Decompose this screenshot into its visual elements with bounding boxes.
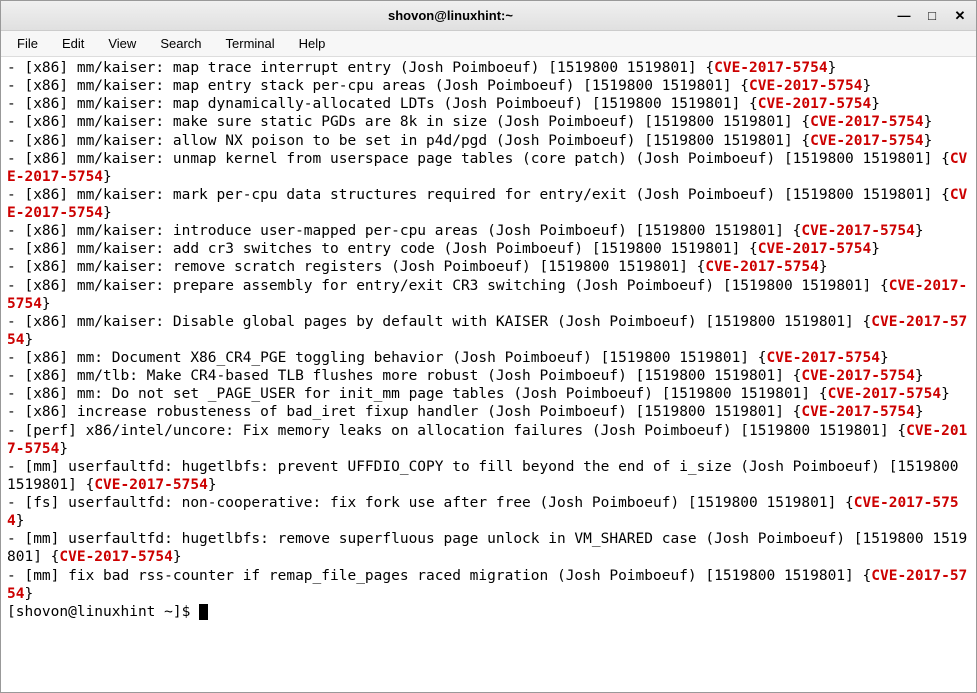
cve-id: CVE-2017-5754 <box>828 386 942 402</box>
maximize-button[interactable]: □ <box>922 7 942 25</box>
menu-terminal[interactable]: Terminal <box>216 33 285 54</box>
cve-id: CVE-2017-5754 <box>7 187 967 221</box>
cve-id: CVE-2017-5754 <box>801 368 915 384</box>
cve-id: CVE-2017-5754 <box>59 549 173 565</box>
close-button[interactable]: ✕ <box>950 7 970 25</box>
shell-prompt[interactable]: [shovon@linuxhint ~]$ <box>7 604 199 620</box>
output-line: - [x86] mm/kaiser: allow NX poison to be… <box>7 133 932 149</box>
menubar: File Edit View Search Terminal Help <box>1 31 976 57</box>
cve-id: CVE-2017-5754 <box>749 78 863 94</box>
cve-id: CVE-2017-5754 <box>7 495 959 529</box>
output-line: - [x86] mm/kaiser: prepare assembly for … <box>7 278 967 312</box>
cursor <box>199 604 208 620</box>
output-line: - [x86] mm/tlb: Make CR4-based TLB flush… <box>7 368 924 384</box>
output-line: - [x86] mm/kaiser: remove scratch regist… <box>7 259 828 275</box>
output-line: - [x86] increase robusteness of bad_iret… <box>7 404 924 420</box>
menu-edit[interactable]: Edit <box>52 33 94 54</box>
cve-id: CVE-2017-5754 <box>714 60 828 76</box>
output-line: - [x86] mm/kaiser: map dynamically-alloc… <box>7 96 880 112</box>
output-line: - [x86] mm/kaiser: Disable global pages … <box>7 314 967 348</box>
output-line: - [x86] mm/kaiser: mark per-cpu data str… <box>7 187 967 221</box>
cve-id: CVE-2017-5754 <box>758 96 872 112</box>
cve-id: CVE-2017-5754 <box>810 114 924 130</box>
cve-id: CVE-2017-5754 <box>810 133 924 149</box>
output-line: - [perf] x86/intel/uncore: Fix memory le… <box>7 423 967 457</box>
output-line: - [x86] mm/kaiser: map trace interrupt e… <box>7 60 836 76</box>
output-line: - [mm] userfaultfd: hugetlbfs: prevent U… <box>7 459 967 493</box>
cve-id: CVE-2017-5754 <box>758 241 872 257</box>
titlebar: shovon@linuxhint:~ — □ ✕ <box>1 1 976 31</box>
output-line: - [mm] userfaultfd: hugetlbfs: remove su… <box>7 531 967 565</box>
cve-id: CVE-2017-5754 <box>7 568 967 602</box>
terminal-window: shovon@linuxhint:~ — □ ✕ File Edit View … <box>0 0 977 693</box>
output-line: - [x86] mm: Document X86_CR4_PGE togglin… <box>7 350 889 366</box>
cve-id: CVE-2017-5754 <box>7 314 967 348</box>
output-line: - [x86] mm/kaiser: add cr3 switches to e… <box>7 241 880 257</box>
cve-id: CVE-2017-5754 <box>7 151 967 185</box>
cve-id: CVE-2017-5754 <box>7 278 967 312</box>
output-line: - [mm] fix bad rss-counter if remap_file… <box>7 568 967 602</box>
window-title: shovon@linuxhint:~ <box>7 8 894 23</box>
cve-id: CVE-2017-5754 <box>94 477 208 493</box>
cve-id: CVE-2017-5754 <box>801 404 915 420</box>
output-line: - [x86] mm/kaiser: map entry stack per-c… <box>7 78 871 94</box>
terminal-output[interactable]: - [x86] mm/kaiser: map trace interrupt e… <box>1 57 976 692</box>
titlebar-buttons: — □ ✕ <box>894 7 970 25</box>
menu-file[interactable]: File <box>7 33 48 54</box>
output-line: - [fs] userfaultfd: non-cooperative: fix… <box>7 495 959 529</box>
minimize-button[interactable]: — <box>894 7 914 25</box>
menu-help[interactable]: Help <box>289 33 336 54</box>
output-line: - [x86] mm/kaiser: unmap kernel from use… <box>7 151 967 185</box>
cve-id: CVE-2017-5754 <box>767 350 881 366</box>
output-line: - [x86] mm/kaiser: introduce user-mapped… <box>7 223 924 239</box>
cve-id: CVE-2017-5754 <box>7 423 967 457</box>
cve-id: CVE-2017-5754 <box>705 259 819 275</box>
menu-search[interactable]: Search <box>150 33 211 54</box>
cve-id: CVE-2017-5754 <box>801 223 915 239</box>
menu-view[interactable]: View <box>98 33 146 54</box>
output-line: - [x86] mm/kaiser: make sure static PGDs… <box>7 114 932 130</box>
output-line: - [x86] mm: Do not set _PAGE_USER for in… <box>7 386 950 402</box>
